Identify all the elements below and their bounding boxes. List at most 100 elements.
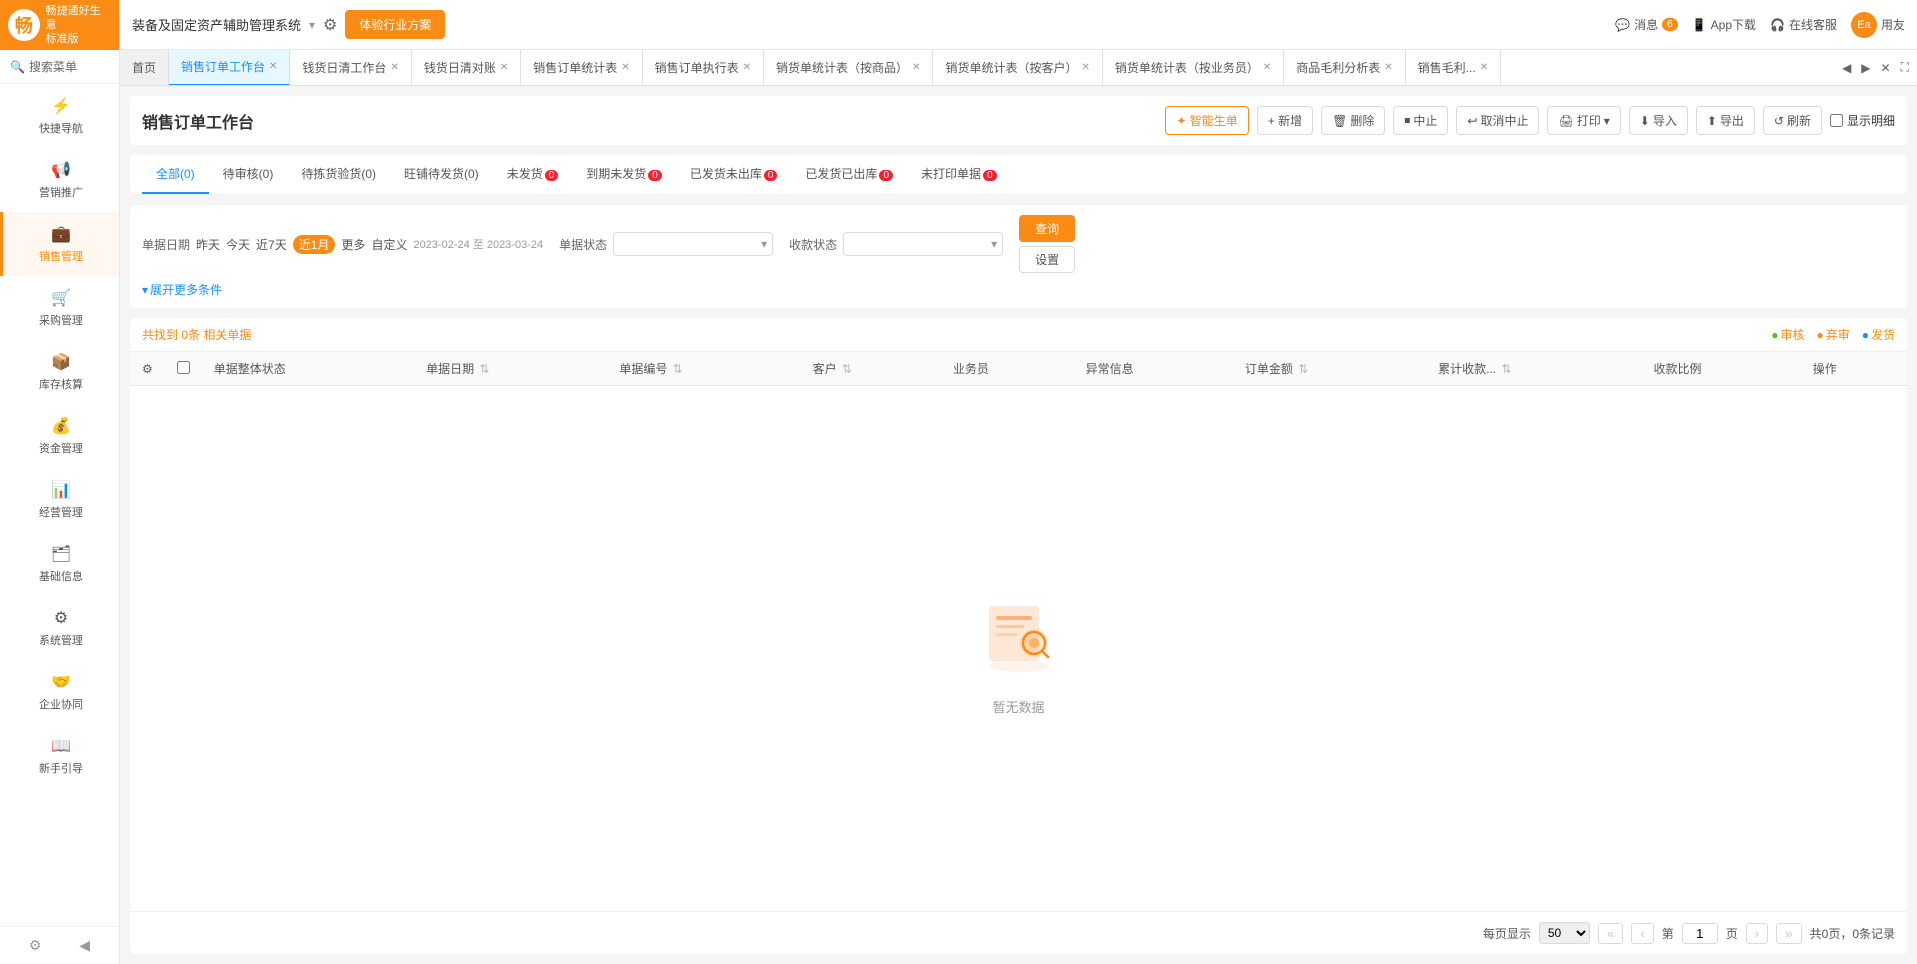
page-size-select[interactable]: 20 50 100: [1539, 922, 1590, 944]
export-btn[interactable]: ⬆ 导出: [1696, 106, 1755, 135]
smart-create-btn[interactable]: ✦ 智能生单: [1165, 106, 1248, 135]
date-custom[interactable]: 自定义: [371, 236, 407, 253]
tab-sales-workbench-close[interactable]: ✕: [269, 61, 277, 72]
sidebar-search[interactable]: 🔍 搜索菜单: [0, 50, 119, 84]
th-date: 单据日期 ⇅: [414, 352, 607, 386]
tab-staff-close[interactable]: ✕: [1263, 62, 1271, 73]
tab-product-close[interactable]: ✕: [912, 62, 920, 73]
topbar-system-title: 装备及固定资产辅助管理系统: [132, 15, 301, 34]
topbar-online-service[interactable]: 🎧 在线客服: [1770, 16, 1837, 33]
th-status: 单据整体状态: [202, 352, 414, 386]
sidebar-item-collab[interactable]: 🤝 企业协同: [0, 660, 119, 724]
sidebar-item-inventory[interactable]: 📦 库存核算: [0, 340, 119, 404]
sub-tab-shipped-out[interactable]: 已发货已出库0: [791, 155, 907, 194]
tab-cash-daily-close[interactable]: ✕: [390, 62, 398, 73]
expand-btn[interactable]: ▾ 展开更多条件: [142, 281, 1895, 298]
topbar-user[interactable]: Ea 用友: [1851, 12, 1905, 38]
first-page-btn[interactable]: «: [1598, 923, 1623, 944]
tab-sales-workbench[interactable]: 销售订单工作台 ✕: [169, 50, 290, 86]
tab-sales-stats[interactable]: 销售订单统计表 ✕: [521, 50, 642, 86]
date-today[interactable]: 今天: [226, 236, 250, 253]
sidebar-item-marketing[interactable]: 📢 营销推广: [0, 148, 119, 212]
cancel-stop-btn[interactable]: ↩ 取消中止: [1456, 106, 1539, 135]
sub-tab-not-printed[interactable]: 未打印单据0: [907, 155, 1011, 194]
th-settings: ⚙: [130, 352, 165, 386]
prev-page-btn[interactable]: ‹: [1631, 923, 1653, 944]
add-btn[interactable]: + 新增: [1257, 106, 1313, 135]
sub-tab-expired[interactable]: 到期未发货0: [572, 155, 676, 194]
sidebar-item-quick-nav[interactable]: ⚡ 快捷导航: [0, 84, 119, 148]
sidebar-item-purchase[interactable]: 🛒 采购管理: [0, 276, 119, 340]
customer-sort-icon[interactable]: ⇅: [842, 362, 852, 376]
show-detail-checkbox-wrap[interactable]: 显示明细: [1830, 112, 1895, 129]
tab-sales-exec-close[interactable]: ✕: [743, 62, 751, 73]
sidebar-item-label: 营销推广: [39, 184, 83, 200]
show-detail-checkbox[interactable]: [1830, 114, 1843, 127]
topbar-app-download[interactable]: 📱 App下载: [1692, 16, 1756, 33]
tab-cash-reconcile[interactable]: 钱货日清对账 ✕: [412, 50, 521, 86]
query-btn[interactable]: 查询: [1019, 215, 1075, 242]
sidebar-item-finance[interactable]: 💰 资金管理: [0, 404, 119, 468]
last-page-btn[interactable]: »: [1776, 923, 1801, 944]
sub-tab-wangpu[interactable]: 旺铺待发货(0): [390, 155, 493, 194]
sidebar-item-guide[interactable]: 📖 新手引导: [0, 724, 119, 788]
page-input[interactable]: [1682, 923, 1718, 944]
tab-gross-profit[interactable]: 商品毛利分析表 ✕: [1284, 50, 1405, 86]
number-sort-icon[interactable]: ⇅: [673, 362, 683, 376]
tab-next-btn[interactable]: ▶: [1857, 59, 1874, 77]
select-all-checkbox[interactable]: [177, 361, 190, 374]
tab-cash-reconcile-close[interactable]: ✕: [500, 62, 508, 73]
sidebar-item-basic[interactable]: 🗂 基础信息: [0, 532, 119, 596]
industry-btn[interactable]: 体验行业方案: [345, 10, 445, 39]
sidebar-item-label: 资金管理: [39, 440, 83, 456]
sub-tab-not-shipped[interactable]: 未发货0: [493, 155, 573, 194]
tab-cash-daily[interactable]: 钱货日清工作台 ✕: [290, 50, 411, 86]
sub-tab-shipped-not-out[interactable]: 已发货未出库0: [676, 155, 792, 194]
filter-settings-btn[interactable]: 设置: [1019, 246, 1075, 273]
collected-sort-icon[interactable]: ⇅: [1501, 362, 1511, 376]
revoke-op[interactable]: ● 弃审: [1816, 326, 1849, 343]
status-select[interactable]: [613, 232, 773, 256]
print-btn[interactable]: 🖨 打印 ▾: [1547, 106, 1620, 135]
topbar-settings-icon[interactable]: ⚙: [323, 15, 337, 35]
date-7days[interactable]: 近7天: [256, 236, 287, 253]
topbar-dropdown-arrow[interactable]: ▾: [309, 18, 315, 32]
tab-close-all-btn[interactable]: ✕: [1877, 59, 1895, 77]
sidebar-item-system[interactable]: ⚙ 系统管理: [0, 596, 119, 660]
tab-gross-profit-close[interactable]: ✕: [1384, 62, 1392, 73]
topbar-message[interactable]: 💬 消息 6: [1615, 16, 1678, 33]
import-btn[interactable]: ⬇ 导入: [1629, 106, 1688, 135]
date-more[interactable]: 更多: [341, 236, 365, 253]
sub-tab-pending-review[interactable]: 待审核(0): [209, 155, 288, 194]
date-sort-icon[interactable]: ⇅: [479, 362, 489, 376]
date-yesterday[interactable]: 昨天: [196, 236, 220, 253]
sidebar-settings-btn[interactable]: ⚙: [29, 937, 42, 954]
review-op[interactable]: ● 审核: [1771, 326, 1804, 343]
payment-select[interactable]: [843, 232, 1003, 256]
tab-sales-more[interactable]: 销售毛利... ✕: [1406, 50, 1501, 86]
sub-tab-all[interactable]: 全部(0): [142, 155, 209, 194]
sidebar-item-sales[interactable]: 💼 销售管理: [0, 212, 119, 276]
amount-sort-icon[interactable]: ⇅: [1298, 362, 1308, 376]
tab-sales-summary-customer[interactable]: 销货单统计表（按客户） ✕: [933, 50, 1102, 86]
tab-customer-close[interactable]: ✕: [1081, 62, 1089, 73]
filter-actions: 查询 设置: [1019, 215, 1075, 273]
next-page-btn[interactable]: ›: [1746, 923, 1768, 944]
tab-sales-summary-product[interactable]: 销货单统计表（按商品） ✕: [764, 50, 933, 86]
tab-maximize-btn[interactable]: ⛶: [1897, 58, 1913, 77]
tab-sales-summary-staff[interactable]: 销货单统计表（按业务员） ✕: [1103, 50, 1284, 86]
import-icon: ⬇: [1640, 114, 1650, 128]
tab-home[interactable]: 首页: [120, 50, 169, 86]
tab-sales-more-close[interactable]: ✕: [1480, 62, 1488, 73]
tab-sales-exec[interactable]: 销售订单执行表 ✕: [643, 50, 764, 86]
refresh-btn[interactable]: ↺ 刷新: [1763, 106, 1822, 135]
stop-btn[interactable]: ⏹ 中止: [1393, 106, 1448, 135]
ship-op[interactable]: ● 发货: [1862, 326, 1895, 343]
sidebar-item-operations[interactable]: 📊 经营管理: [0, 468, 119, 532]
date-1month[interactable]: 近1月: [293, 235, 336, 254]
sidebar-collapse-btn[interactable]: ◀: [79, 937, 90, 954]
tab-prev-btn[interactable]: ◀: [1838, 59, 1855, 77]
tab-sales-stats-close[interactable]: ✕: [621, 62, 629, 73]
delete-btn[interactable]: 🗑 删除: [1321, 106, 1385, 135]
sub-tab-pending-inspect[interactable]: 待拣货验货(0): [287, 155, 390, 194]
